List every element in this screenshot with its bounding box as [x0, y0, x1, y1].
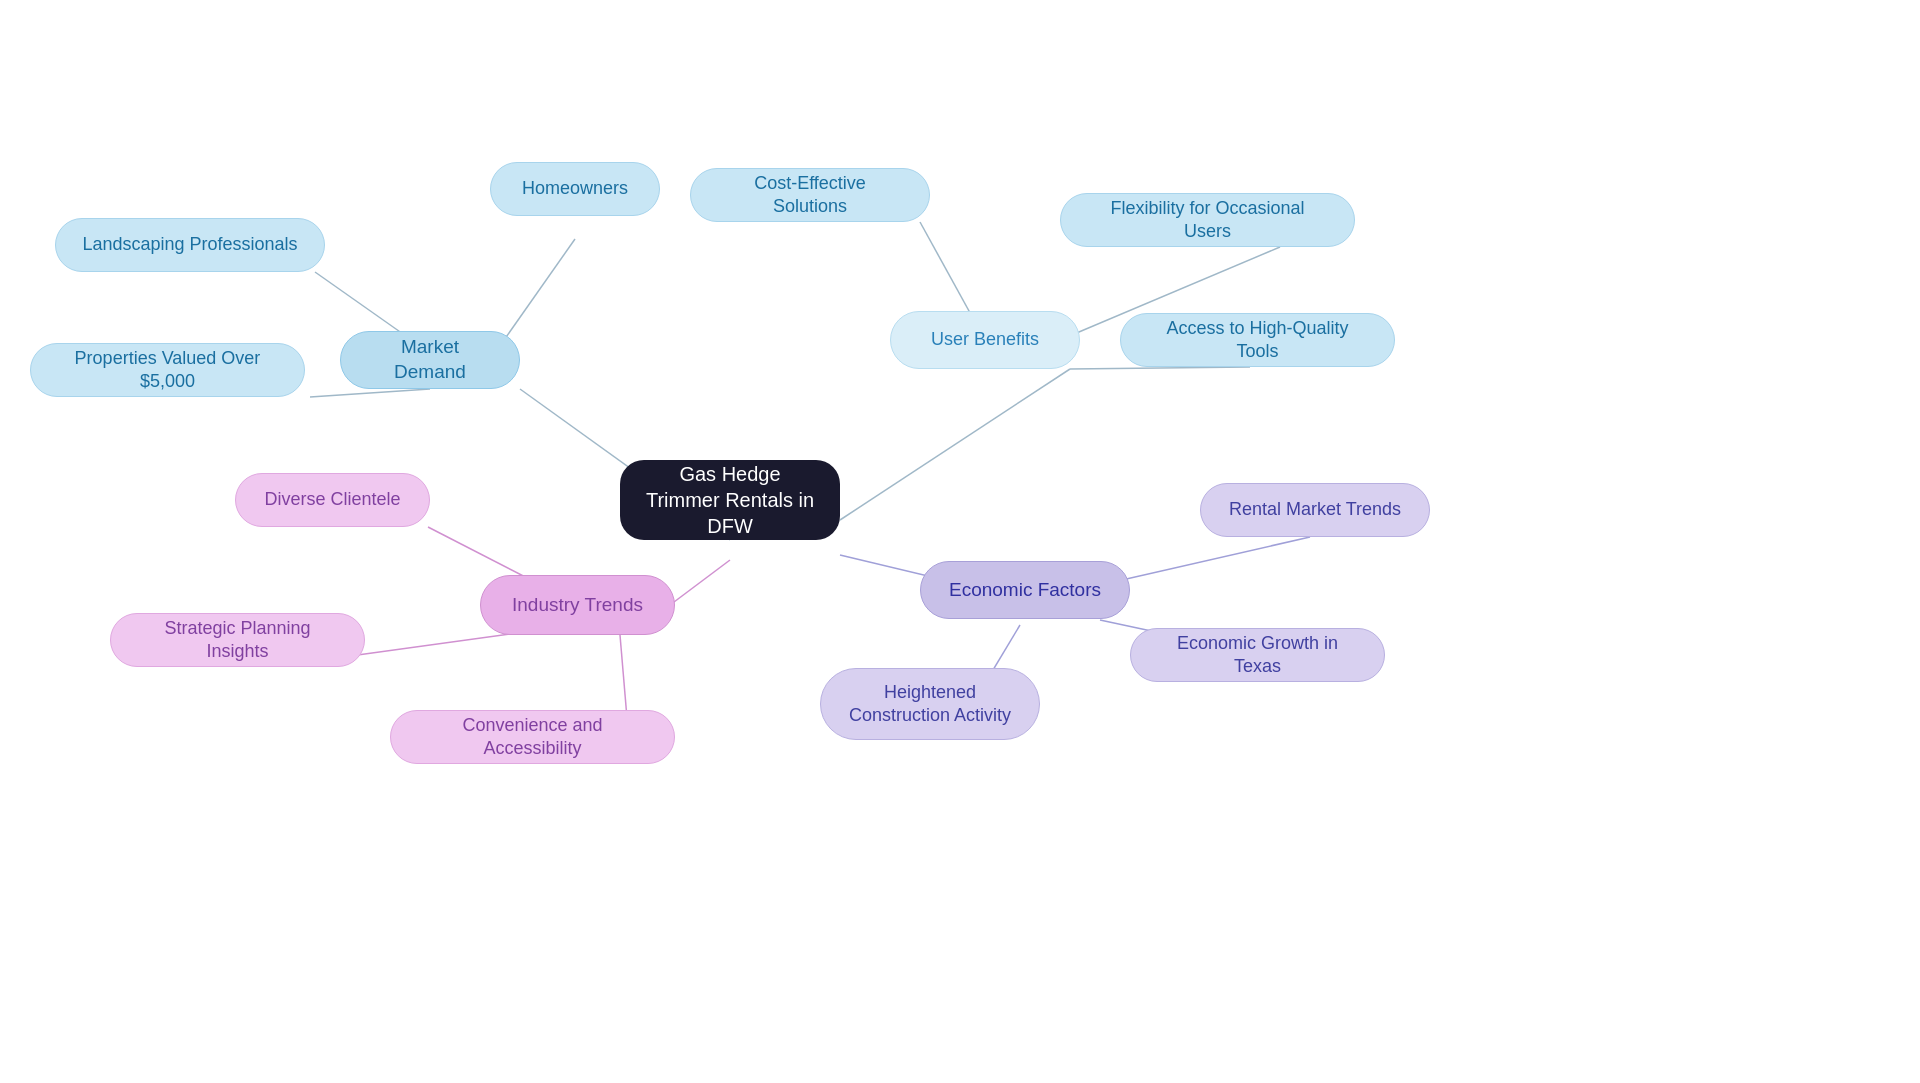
properties-valued-label: Properties Valued Over $5,000 [55, 347, 280, 394]
user-benefits-label: User Benefits [931, 328, 1039, 351]
diverse-clientele-label: Diverse Clientele [264, 488, 400, 511]
flexibility-node: Flexibility for Occasional Users [1060, 193, 1355, 247]
industry-trends-label: Industry Trends [512, 593, 643, 618]
convenience-label: Convenience and Accessibility [415, 714, 650, 761]
market-demand-label: Market Demand [365, 335, 495, 384]
convenience-node: Convenience and Accessibility [390, 710, 675, 764]
svg-line-13 [1100, 537, 1310, 585]
svg-line-9 [1070, 367, 1250, 369]
rental-market-label: Rental Market Trends [1229, 498, 1401, 521]
construction-activity-label: Heightened Construction Activity [845, 681, 1015, 728]
industry-trends-node: Industry Trends [480, 575, 675, 635]
svg-line-1 [840, 369, 1070, 520]
strategic-planning-label: Strategic Planning Insights [135, 617, 340, 664]
svg-line-6 [310, 389, 430, 397]
landscaping-professionals-node: Landscaping Professionals [55, 218, 325, 272]
diverse-clientele-node: Diverse Clientele [235, 473, 430, 527]
cost-effective-node: Cost-Effective Solutions [690, 168, 930, 222]
economic-factors-node: Economic Factors [920, 561, 1130, 619]
user-benefits-node: User Benefits [890, 311, 1080, 369]
svg-line-2 [670, 560, 730, 605]
economic-factors-label: Economic Factors [949, 578, 1101, 603]
center-label: Gas Hedge Trimmer Rentals in DFW [644, 461, 816, 539]
market-demand-node: Market Demand [340, 331, 520, 389]
access-tools-node: Access to High-Quality Tools [1120, 313, 1395, 367]
economic-growth-label: Economic Growth in Texas [1155, 632, 1360, 679]
access-tools-label: Access to High-Quality Tools [1145, 317, 1370, 364]
center-node: Gas Hedge Trimmer Rentals in DFW [620, 460, 840, 540]
flexibility-label: Flexibility for Occasional Users [1085, 197, 1330, 244]
strategic-planning-node: Strategic Planning Insights [110, 613, 365, 667]
landscaping-professionals-label: Landscaping Professionals [82, 233, 297, 256]
economic-growth-node: Economic Growth in Texas [1130, 628, 1385, 682]
homeowners-node: Homeowners [490, 162, 660, 216]
cost-effective-label: Cost-Effective Solutions [715, 172, 905, 219]
properties-valued-node: Properties Valued Over $5,000 [30, 343, 305, 397]
rental-market-node: Rental Market Trends [1200, 483, 1430, 537]
homeowners-label: Homeowners [522, 177, 628, 200]
construction-activity-node: Heightened Construction Activity [820, 668, 1040, 740]
